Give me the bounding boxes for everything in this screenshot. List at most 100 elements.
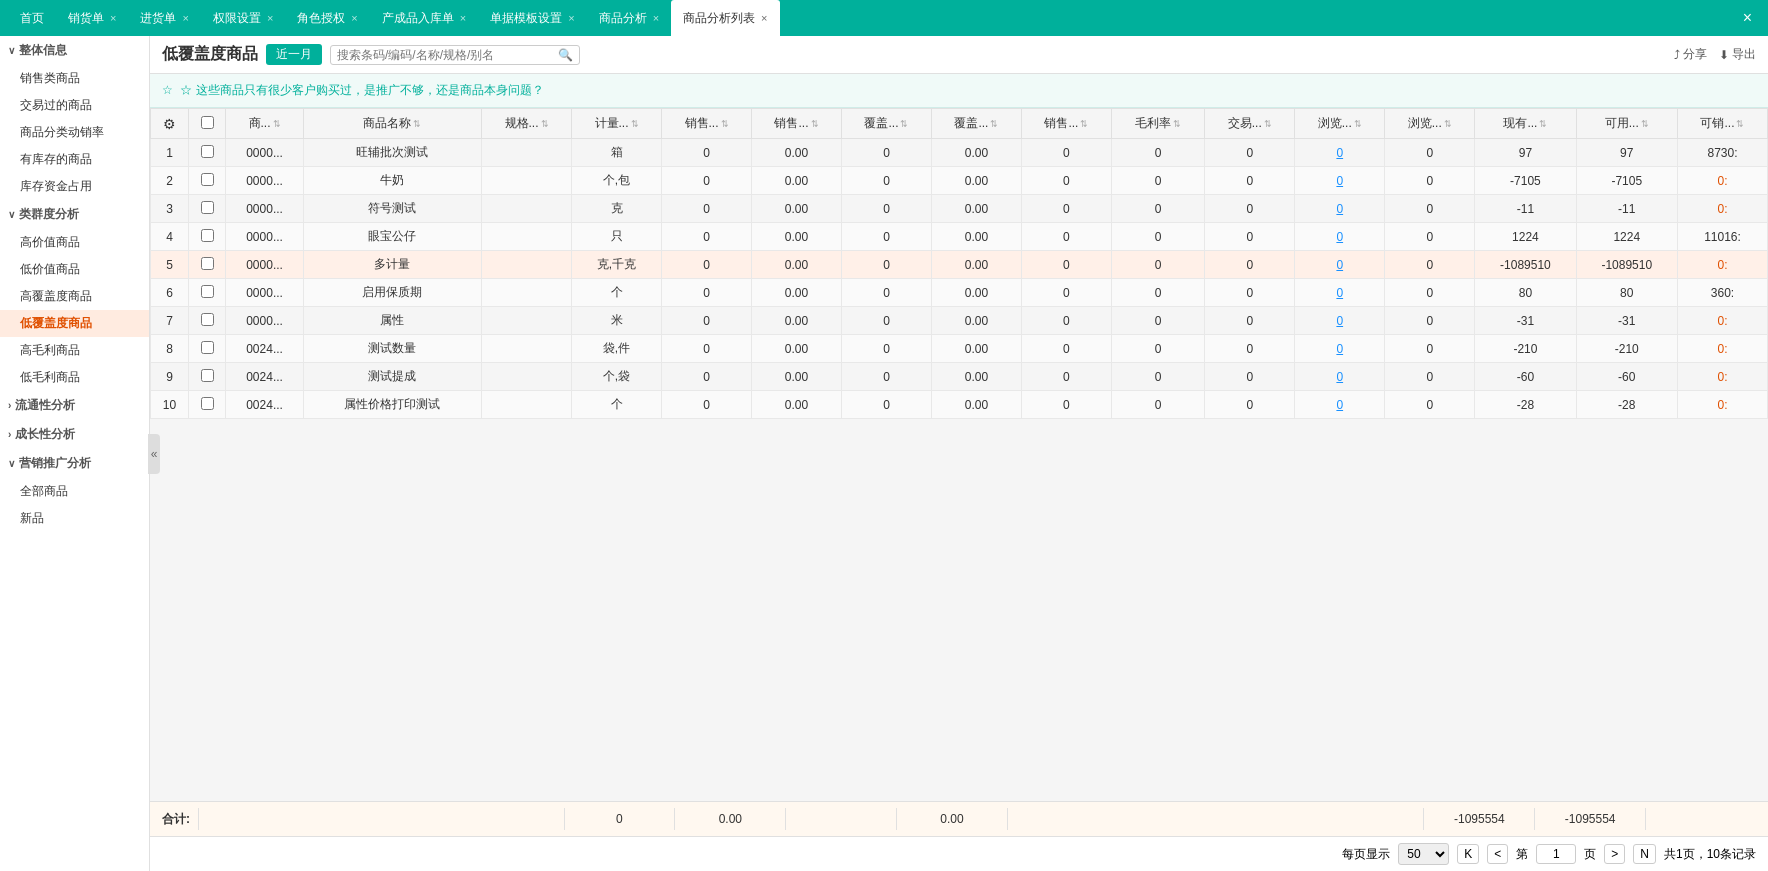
row-name: 旺辅批次测试 — [303, 139, 481, 167]
nav-item-template[interactable]: 单据模板设置 × — [478, 0, 586, 36]
page-number-input[interactable] — [1536, 844, 1576, 864]
row-checkbox[interactable] — [188, 391, 225, 419]
row-select-checkbox[interactable] — [201, 257, 214, 270]
th-spec[interactable]: 规格...⇅ — [482, 109, 572, 139]
first-page-button[interactable]: K — [1457, 844, 1479, 864]
sidebar-section-cluster[interactable]: ∨ 类群度分析 — [0, 200, 149, 229]
sidebar-item-traded-goods[interactable]: 交易过的商品 — [0, 92, 149, 119]
nav-item-home[interactable]: 首页 — [8, 0, 56, 36]
th-current[interactable]: 现有...⇅ — [1475, 109, 1576, 139]
row-view1[interactable]: 0 — [1295, 363, 1385, 391]
th-gross-rate[interactable]: 毛利率⇅ — [1111, 109, 1204, 139]
next-page-button[interactable]: > — [1604, 844, 1625, 864]
th-trade[interactable]: 交易...⇅ — [1205, 109, 1295, 139]
export-button[interactable]: ⬇ 导出 — [1719, 46, 1756, 63]
row-checkbox[interactable] — [188, 363, 225, 391]
row-checkbox[interactable] — [188, 139, 225, 167]
row-select-checkbox[interactable] — [201, 173, 214, 186]
sidebar-section-flow[interactable]: › 流通性分析 — [0, 391, 149, 420]
sidebar-item-low-profit[interactable]: 低毛利商品 — [0, 364, 149, 391]
period-button[interactable]: 近一月 — [266, 44, 322, 65]
th-code[interactable]: 商...⇅ — [226, 109, 304, 139]
sidebar-item-stock-capital[interactable]: 库存资金占用 — [0, 173, 149, 200]
nav-item-analysis[interactable]: 商品分析 × — [587, 0, 671, 36]
nav-item-role[interactable]: 角色授权 × — [285, 0, 369, 36]
sidebar-section-marketing[interactable]: ∨ 营销推广分析 — [0, 449, 149, 478]
row-view1[interactable]: 0 — [1295, 139, 1385, 167]
nav-item-purchase[interactable]: 进货单 × — [128, 0, 200, 36]
sidebar-item-in-stock[interactable]: 有库存的商品 — [0, 146, 149, 173]
share-button[interactable]: ⤴ 分享 — [1674, 46, 1707, 63]
prev-page-button[interactable]: < — [1487, 844, 1508, 864]
sidebar-section-overview[interactable]: ∨ 整体信息 — [0, 36, 149, 65]
nav-item-product-in[interactable]: 产成品入库单 × — [370, 0, 478, 36]
sidebar-item-low-coverage[interactable]: 低覆盖度商品 — [0, 310, 149, 337]
sidebar-item-category-rate[interactable]: 商品分类动销率 — [0, 119, 149, 146]
row-select-checkbox[interactable] — [201, 285, 214, 298]
close-icon-product-in[interactable]: × — [460, 12, 466, 24]
row-select-checkbox[interactable] — [201, 229, 214, 242]
row-select-checkbox[interactable] — [201, 369, 214, 382]
row-view1[interactable]: 0 — [1295, 167, 1385, 195]
sidebar-section-growth[interactable]: › 成长性分析 — [0, 420, 149, 449]
row-view1[interactable]: 0 — [1295, 223, 1385, 251]
search-icon[interactable]: 🔍 — [558, 48, 573, 62]
close-icon-permission[interactable]: × — [267, 12, 273, 24]
row-sellable: 360: — [1677, 279, 1767, 307]
th-unit[interactable]: 计量...⇅ — [572, 109, 662, 139]
last-page-button[interactable]: N — [1633, 844, 1656, 864]
row-view1[interactable]: 0 — [1295, 307, 1385, 335]
close-icon-analysis-list[interactable]: × — [761, 12, 767, 24]
close-icon-analysis[interactable]: × — [653, 12, 659, 24]
row-checkbox[interactable] — [188, 167, 225, 195]
th-available[interactable]: 可用...⇅ — [1576, 109, 1677, 139]
row-view1[interactable]: 0 — [1295, 279, 1385, 307]
row-view1[interactable]: 0 — [1295, 251, 1385, 279]
row-select-checkbox[interactable] — [201, 145, 214, 158]
sidebar-item-high-value[interactable]: 高价值商品 — [0, 229, 149, 256]
close-icon-purchase[interactable]: × — [182, 12, 188, 24]
row-checkbox[interactable] — [188, 251, 225, 279]
th-view1[interactable]: 浏览...⇅ — [1295, 109, 1385, 139]
row-checkbox[interactable] — [188, 335, 225, 363]
th-view2[interactable]: 浏览...⇅ — [1385, 109, 1475, 139]
th-checkbox[interactable] — [188, 109, 225, 139]
row-checkbox[interactable] — [188, 307, 225, 335]
th-sales-amt[interactable]: 销售...⇅ — [752, 109, 842, 139]
nav-label-product-in: 产成品入库单 — [382, 10, 454, 27]
row-view1[interactable]: 0 — [1295, 335, 1385, 363]
row-checkbox[interactable] — [188, 195, 225, 223]
row-select-checkbox[interactable] — [201, 341, 214, 354]
nav-item-analysis-list[interactable]: 商品分析列表 × — [671, 0, 779, 36]
window-close-button[interactable]: × — [1735, 9, 1760, 27]
th-sales-qty[interactable]: 销售...⇅ — [662, 109, 752, 139]
sidebar-item-low-value[interactable]: 低价值商品 — [0, 256, 149, 283]
sidebar-item-new-goods[interactable]: 新品 — [0, 505, 149, 532]
sidebar-item-all-goods[interactable]: 全部商品 — [0, 478, 149, 505]
close-icon-sales[interactable]: × — [110, 12, 116, 24]
sidebar-collapse-button[interactable]: « — [148, 434, 160, 474]
nav-item-permission[interactable]: 权限设置 × — [201, 0, 285, 36]
row-checkbox[interactable] — [188, 279, 225, 307]
search-input[interactable] — [337, 48, 554, 62]
row-view1[interactable]: 0 — [1295, 195, 1385, 223]
row-select-checkbox[interactable] — [201, 201, 214, 214]
th-gear[interactable]: ⚙ — [151, 109, 189, 139]
select-all-checkbox[interactable] — [201, 116, 214, 129]
sidebar-item-high-profit[interactable]: 高毛利商品 — [0, 337, 149, 364]
row-view1[interactable]: 0 — [1295, 391, 1385, 419]
th-cover1[interactable]: 覆盖...⇅ — [841, 109, 931, 139]
close-icon-template[interactable]: × — [568, 12, 574, 24]
th-sellable[interactable]: 可销...⇅ — [1677, 109, 1767, 139]
nav-item-sales[interactable]: 销货单 × — [56, 0, 128, 36]
close-icon-role[interactable]: × — [351, 12, 357, 24]
row-select-checkbox[interactable] — [201, 313, 214, 326]
th-cover2[interactable]: 覆盖...⇅ — [931, 109, 1021, 139]
sidebar-item-sales-goods[interactable]: 销售类商品 — [0, 65, 149, 92]
row-select-checkbox[interactable] — [201, 397, 214, 410]
th-sales3[interactable]: 销售...⇅ — [1021, 109, 1111, 139]
row-checkbox[interactable] — [188, 223, 225, 251]
per-page-select[interactable]: 50 20 100 200 — [1398, 843, 1449, 865]
th-name[interactable]: 商品名称⇅ — [303, 109, 481, 139]
sidebar-item-high-coverage[interactable]: 高覆盖度商品 — [0, 283, 149, 310]
